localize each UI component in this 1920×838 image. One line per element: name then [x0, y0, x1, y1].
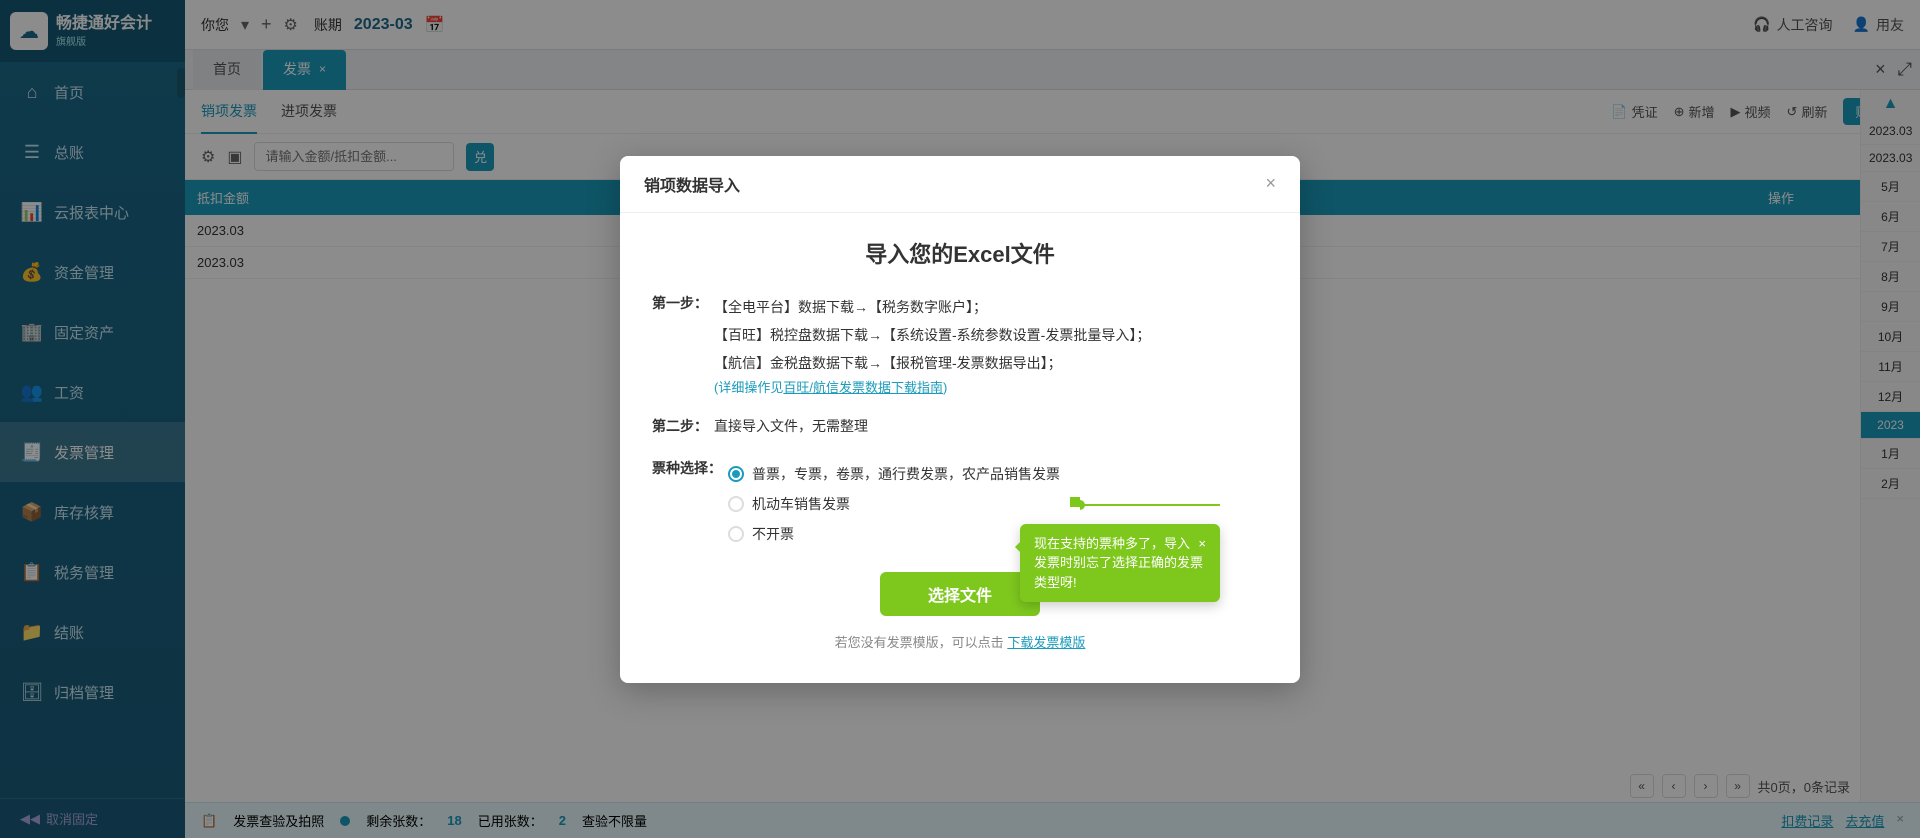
- step1-line2: 【百旺】税控盘数据下载→【系统设置-系统参数设置-发票批量导入】；: [714, 321, 1150, 349]
- modal-body: 导入您的Excel文件 第一步： 【全电平台】数据下载→【税务数字账户】； 【百…: [620, 213, 1300, 683]
- radio-circle-0: [728, 466, 744, 482]
- radio-item-1[interactable]: 机动车销售发票 × 现在支持的票种多了，导入发票时别忘了选择正确的发票类型呀!: [728, 494, 1060, 514]
- modal-header: 销项数据导入 ×: [620, 156, 1300, 213]
- tooltip-bubble: × 现在支持的票种多了，导入发票时别忘了选择正确的发票类型呀!: [1020, 524, 1220, 603]
- radio-circle-2: [728, 526, 744, 542]
- step2-content: 直接导入文件，无需整理: [714, 416, 868, 436]
- step1-content: 【全电平台】数据下载→【税务数字账户】； 【百旺】税控盘数据下载→【系统设置-系…: [714, 293, 1150, 396]
- step1-note-link[interactable]: 百旺/航信发票数据下载指南: [783, 380, 943, 395]
- modal-footer-note: 若您没有发票模版，可以点击 下载发票模版: [652, 632, 1268, 651]
- modal-title: 销项数据导入: [644, 172, 740, 196]
- modal-overlay: 销项数据导入 × 导入您的Excel文件 第一步： 【全电平台】数据下载→【税务…: [0, 0, 1920, 838]
- step1-line3: 【航信】金税盘数据下载→【报税管理-发票数据导出】；: [714, 349, 1150, 377]
- radio-item-2[interactable]: 不开票: [728, 524, 1060, 544]
- ticket-selection: 票种选择： 普票，专票，卷票，通行费发票，农产品销售发票 机动车销售发票: [652, 456, 1268, 544]
- step1-line1: 【全电平台】数据下载→【税务数字账户】；: [714, 293, 1150, 321]
- modal-main-title: 导入您的Excel文件: [652, 237, 1268, 269]
- radio-item-0[interactable]: 普票，专票，卷票，通行费发票，农产品销售发票: [728, 464, 1060, 484]
- tooltip-line: [1080, 500, 1240, 510]
- ticket-label: 票种选择：: [652, 456, 722, 478]
- modal-step2: 第二步： 直接导入文件，无需整理: [652, 416, 1268, 436]
- radio-circle-1: [728, 496, 744, 512]
- modal-step1: 第一步： 【全电平台】数据下载→【税务数字账户】； 【百旺】税控盘数据下载→【系…: [652, 293, 1268, 396]
- step1-note: (详细操作见百旺/航信发票数据下载指南): [714, 377, 1150, 396]
- modal: 销项数据导入 × 导入您的Excel文件 第一步： 【全电平台】数据下载→【税务…: [620, 156, 1300, 683]
- modal-close-icon[interactable]: ×: [1265, 173, 1276, 194]
- tooltip-close-icon[interactable]: ×: [1198, 534, 1206, 554]
- radio-group: 普票，专票，卷票，通行费发票，农产品销售发票 机动车销售发票: [728, 464, 1060, 544]
- select-file-button[interactable]: 选择文件: [880, 572, 1040, 616]
- tooltip-dot: [1070, 497, 1080, 507]
- step1-label: 第一步：: [652, 293, 708, 396]
- step2-label: 第二步：: [652, 416, 708, 436]
- download-template-link[interactable]: 下载发票模版: [1007, 635, 1085, 650]
